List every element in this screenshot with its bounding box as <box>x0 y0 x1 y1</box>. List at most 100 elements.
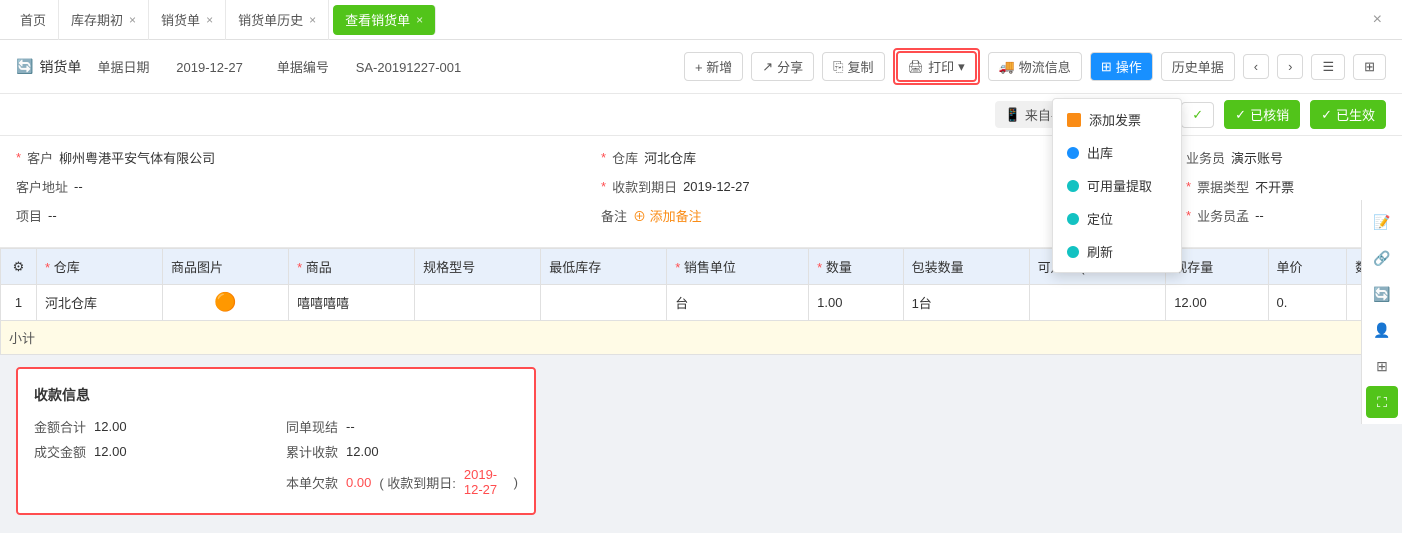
table-icon: ⊞ <box>1376 358 1388 375</box>
col-min-stock: 最低库存 <box>541 249 667 285</box>
right-expand-button[interactable]: ⛶ <box>1366 386 1398 418</box>
close-inventory-tab[interactable]: × <box>129 13 136 27</box>
history-button[interactable]: 历史单据 <box>1161 52 1235 81</box>
salesperson-field: * 业务员孟 -- <box>1186 206 1386 225</box>
confirm-button[interactable]: ✓ <box>1181 102 1214 128</box>
cell-spec <box>415 285 541 321</box>
prev-record-button[interactable]: ‹ <box>1243 54 1269 79</box>
phone-icon: 📱 <box>1005 107 1021 123</box>
col-product: * 商品 <box>289 249 415 285</box>
product-table: ⚙ * 仓库 商品图片 * 商品 规格型号 最低库存 * 销售单位 <box>0 248 1402 355</box>
close-sales-tab[interactable]: × <box>206 13 213 27</box>
tab-home[interactable]: 首页 <box>8 0 59 40</box>
operation-button[interactable]: ⊞ 操作 <box>1090 52 1153 81</box>
tab-sales-order[interactable]: 销货单 × <box>149 0 226 40</box>
list-view-button[interactable]: ☰ <box>1311 54 1345 80</box>
truck-icon: 🚚 <box>999 59 1015 75</box>
dropdown-outbound[interactable]: 出库 <box>1053 136 1181 169</box>
share-button[interactable]: ↗ 分享 <box>751 52 814 81</box>
effective-icon: ✓ <box>1321 107 1332 123</box>
right-link-button[interactable]: 🔗 <box>1366 242 1398 274</box>
expand-icon: ⛶ <box>1377 394 1387 411</box>
warehouse-field: * 仓库 河北仓库 <box>601 148 801 167</box>
right-edit-button[interactable]: 📝 <box>1366 206 1398 238</box>
col-warehouse: * 仓库 <box>37 249 163 285</box>
check-icon: ✓ <box>1235 107 1246 123</box>
transaction-amount-row: 成交金额 12.00 <box>34 442 266 461</box>
number-label: 单据编号 <box>277 60 329 75</box>
col-settings[interactable]: ⚙ <box>1 249 37 285</box>
logistics-button[interactable]: 🚚 物流信息 <box>988 52 1082 81</box>
location-icon <box>1067 213 1079 225</box>
right-icon-panel: 📝 🔗 🔄 👤 ⊞ ⛶ <box>1361 200 1402 424</box>
doc-title: 🔄 销货单 <box>16 57 81 77</box>
product-image: 🟠 <box>214 292 236 312</box>
cell-unit-price: 0. <box>1268 285 1347 321</box>
grid-icon: ⊞ <box>1101 59 1112 75</box>
right-table-button[interactable]: ⊞ <box>1366 350 1398 382</box>
doc-meta: 单据日期 2019-12-27 单据编号 SA-20191227-001 <box>97 57 477 76</box>
col-spec: 规格型号 <box>415 249 541 285</box>
print-button[interactable]: 🖨 打印 ▾ <box>896 51 977 82</box>
dropdown-add-invoice[interactable]: 添加发票 <box>1053 103 1181 136</box>
col-pack-qty: 包装数量 <box>903 249 1029 285</box>
dropdown-available-qty[interactable]: 可用量提取 <box>1053 169 1181 202</box>
cell-quantity: 1.00 <box>809 285 903 321</box>
copy-icon: ⎘ <box>833 59 843 75</box>
address-field: 客户地址 -- <box>16 177 216 196</box>
close-all-icon[interactable]: × <box>1361 11 1394 29</box>
col-quantity: * 数量 <box>809 249 903 285</box>
project-field: 项目 -- <box>16 206 216 225</box>
add-note-btn[interactable]: ⊕ 添加备注 <box>633 206 702 225</box>
total-amount-row: 金额合计 12.00 <box>34 417 266 436</box>
payment-grid: 金额合计 12.00 同单现结 -- 成交金额 12.00 累计收款 12.00… <box>34 417 518 497</box>
effective-button[interactable]: ✓ 已生效 <box>1310 100 1386 129</box>
product-table-wrapper: ⚙ * 仓库 商品图片 * 商品 规格型号 最低库存 * 销售单位 <box>0 248 1402 355</box>
dropdown-refresh[interactable]: 刷新 <box>1053 235 1181 268</box>
subtotal-label: 小计 <box>1 321 1402 355</box>
cell-min-stock <box>541 285 667 321</box>
outbound-icon <box>1067 147 1079 159</box>
available-qty-icon <box>1067 180 1079 192</box>
add-invoice-icon <box>1067 113 1081 127</box>
confirmed-button[interactable]: ✓ 已核销 <box>1224 100 1300 129</box>
cell-product-img: 🟠 <box>163 285 289 321</box>
col-unit-price: 单价 <box>1268 249 1347 285</box>
right-user-button[interactable]: 👤 <box>1366 314 1398 346</box>
cell-product: 嘻嘻嘻嘻 <box>289 285 415 321</box>
dropdown-location[interactable]: 定位 <box>1053 202 1181 235</box>
current-arrears-row: 本单欠款 0.00 ( 收款到期日: 2019-12-27 ) <box>286 467 518 497</box>
new-button[interactable]: + 新增 <box>684 52 743 81</box>
close-view-sales-tab[interactable]: × <box>416 13 423 27</box>
ticket-type-field: * 票据类型 不开票 <box>1186 177 1386 196</box>
copy-button[interactable]: ⎘ 复制 <box>822 52 884 81</box>
right-refresh-button[interactable]: 🔄 <box>1366 278 1398 310</box>
form-area: * 客户 柳州粤港平安气体有限公司 * 仓库 河北仓库 业务员 演示账号 客户地… <box>0 136 1402 248</box>
print-highlight-box: 🖨 打印 ▾ <box>893 48 980 85</box>
number-value: SA-20191227-001 <box>356 60 462 75</box>
tab-inventory-open[interactable]: 库存期初 × <box>59 0 149 40</box>
doc-icon: 🔄 <box>16 58 33 75</box>
next-record-button[interactable]: › <box>1277 54 1303 79</box>
tab-view-sales[interactable]: 查看销货单 × <box>333 5 436 35</box>
cumulative-payment-row: 累计收款 12.00 <box>286 442 518 461</box>
user-icon: 👤 <box>1373 322 1390 339</box>
doc-header-left: 🔄 销货单 单据日期 2019-12-27 单据编号 SA-20191227-0… <box>16 57 477 77</box>
link-icon: 🔗 <box>1373 250 1390 267</box>
cell-no: 1 <box>1 285 37 321</box>
date-value: 2019-12-27 <box>176 60 243 75</box>
settings-icon: ⚙ <box>13 259 25 274</box>
table-header-row: ⚙ * 仓库 商品图片 * 商品 规格型号 最低库存 * 销售单位 <box>1 249 1402 285</box>
col-product-img: 商品图片 <box>163 249 289 285</box>
toolbar: + 新增 ↗ 分享 ⎘ 复制 🖨 打印 ▾ 🚚 物流信息 ⊞ 操作 历史单据 ‹ <box>684 48 1386 85</box>
tab-sales-history[interactable]: 销货单历史 × <box>226 0 329 40</box>
note-field: 备注 ⊕ 添加备注 <box>601 206 801 225</box>
print-dropdown-icon: ▾ <box>958 59 965 75</box>
payment-date-field: * 收款到期日 2019-12-27 <box>601 177 801 196</box>
close-history-tab[interactable]: × <box>309 13 316 27</box>
cell-warehouse: 河北仓库 <box>37 285 163 321</box>
grid-view-button[interactable]: ⊞ <box>1353 54 1386 80</box>
refresh-circle-icon: 🔄 <box>1373 286 1390 303</box>
tab-bar: 首页 库存期初 × 销货单 × 销货单历史 × 查看销货单 × × <box>0 0 1402 40</box>
customer-field: * 客户 柳州粤港平安气体有限公司 <box>16 148 216 167</box>
